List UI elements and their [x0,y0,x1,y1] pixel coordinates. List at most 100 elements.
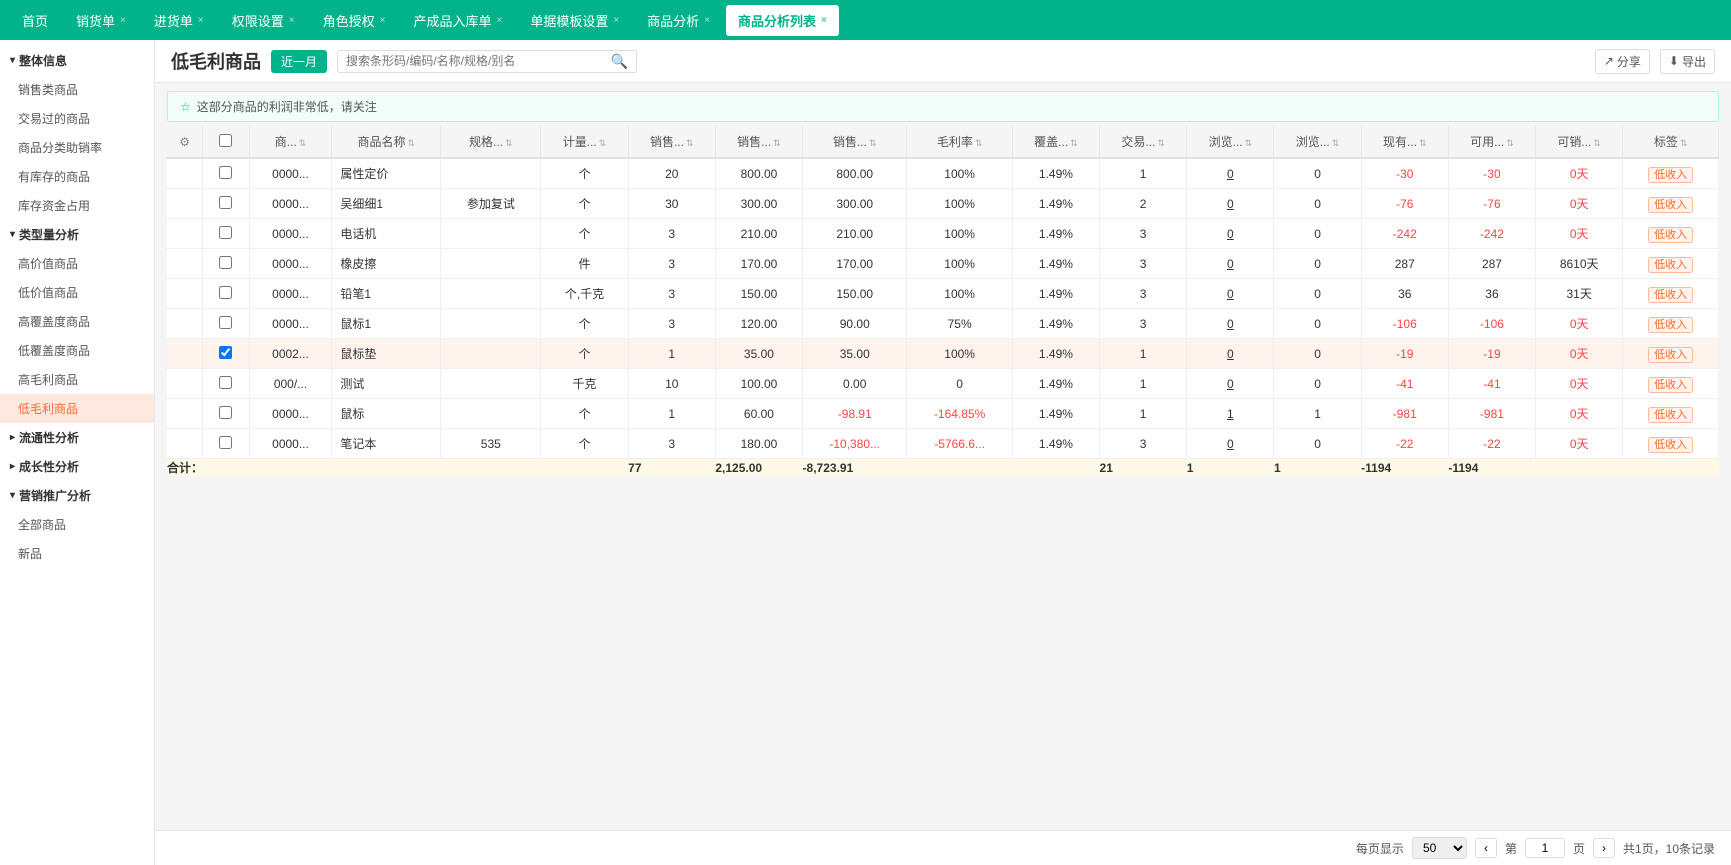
sidebar-group-overall[interactable]: ▾ 整体信息 [0,46,154,75]
row-checkbox[interactable] [219,196,232,209]
sidebar-item-stock-capital[interactable]: 库存资金占用 [0,191,154,220]
sidebar-group-marketing[interactable]: ▾ 营销推广分析 [0,481,154,510]
row-available: -30 [1448,158,1535,189]
row-browse1[interactable]: 0 [1187,189,1274,219]
row-transaction: 3 [1100,309,1187,339]
col-settings[interactable]: ⚙ [167,126,203,158]
row-transaction: 3 [1100,279,1187,309]
row-sale-amount: 210.00 [803,219,907,249]
row-spec [441,369,541,399]
col-spec[interactable]: 规格...⇅ [441,126,541,158]
close-icon[interactable]: × [198,15,204,26]
row-checkbox[interactable] [219,376,232,389]
main-layout: ▾ 整体信息 销售类商品 交易过的商品 商品分类助销率 有库存的商品 库存资金占… [0,40,1731,865]
close-icon[interactable]: × [289,15,295,26]
next-page-button[interactable]: › [1593,838,1615,858]
sidebar-item-low-coverage[interactable]: 低覆盖度商品 [0,336,154,365]
sidebar-item-traded-goods[interactable]: 交易过的商品 [0,104,154,133]
nav-analysis[interactable]: 商品分析 × [635,5,722,36]
col-code[interactable]: 商...⇅ [249,126,332,158]
row-browse1[interactable]: 0 [1187,219,1274,249]
col-tag[interactable]: 标签⇅ [1623,126,1719,158]
close-icon[interactable]: × [120,15,126,26]
col-coverage[interactable]: 覆盖...⇅ [1012,126,1099,158]
row-checkbox[interactable] [219,436,232,449]
row-browse1[interactable]: 0 [1187,249,1274,279]
row-name: 鼠标 [332,399,441,429]
sidebar-group-type[interactable]: ▾ 类型量分析 [0,220,154,249]
row-tag: 低收入 [1623,369,1719,399]
row-browse1[interactable]: 0 [1187,309,1274,339]
page-number-input[interactable] [1525,838,1565,858]
sidebar-item-all-goods[interactable]: 全部商品 [0,510,154,539]
sidebar-item-sales-goods[interactable]: 销售类商品 [0,75,154,104]
col-unit[interactable]: 计量...⇅ [541,126,628,158]
row-checkbox[interactable] [219,226,232,239]
select-all-checkbox[interactable] [219,134,232,147]
nav-sales[interactable]: 销货单 × [64,5,138,36]
row-checkbox[interactable] [219,406,232,419]
row-sale-qty: 3 [628,309,715,339]
sidebar-item-low-margin[interactable]: 低毛利商品 [0,394,154,423]
col-browse1[interactable]: 浏览...⇅ [1187,126,1274,158]
per-page-select[interactable]: 50 100 200 [1412,837,1467,859]
prev-page-button[interactable]: ‹ [1475,838,1497,858]
row-browse1[interactable]: 0 [1187,339,1274,369]
col-name[interactable]: 商品名称⇅ [332,126,441,158]
nav-analysis-list[interactable]: 商品分析列表 × [726,5,839,36]
row-checkbox[interactable] [219,256,232,269]
row-browse1[interactable]: 0 [1187,429,1274,459]
search-icon[interactable]: 🔍 [611,53,628,70]
col-gross-margin[interactable]: 毛利率⇅ [907,126,1012,158]
col-current[interactable]: 现有...⇅ [1361,126,1448,158]
row-code: 0000... [249,429,332,459]
row-sale-qty: 3 [628,249,715,279]
sidebar-item-new-goods[interactable]: 新品 [0,539,154,568]
row-gross-margin: -5766.6... [907,429,1012,459]
nav-home[interactable]: 首页 [10,5,60,36]
sidebar-item-high-margin[interactable]: 高毛利商品 [0,365,154,394]
sidebar-item-high-value[interactable]: 高价值商品 [0,249,154,278]
search-input[interactable] [346,54,611,68]
close-icon[interactable]: × [821,15,827,26]
row-browse1[interactable]: 0 [1187,369,1274,399]
row-gross-margin: 75% [907,309,1012,339]
row-name: 鼠标垫 [332,339,441,369]
row-checkbox[interactable] [219,316,232,329]
row-checkbox[interactable] [219,346,232,359]
sidebar-item-high-coverage[interactable]: 高覆盖度商品 [0,307,154,336]
col-available[interactable]: 可用...⇅ [1448,126,1535,158]
sidebar-group-growth[interactable]: ▸ 成长性分析 [0,452,154,481]
row-sale-price: 120.00 [715,309,802,339]
close-icon[interactable]: × [496,15,502,26]
row-spec: 535 [441,429,541,459]
row-browse1[interactable]: 1 [1187,399,1274,429]
col-browse2[interactable]: 浏览...⇅ [1274,126,1361,158]
nav-permissions[interactable]: 权限设置 × [220,5,307,36]
share-button[interactable]: ↗ 分享 [1595,49,1650,74]
col-sale-price[interactable]: 销售...⇅ [715,126,802,158]
nav-products-in[interactable]: 产成品入库单 × [401,5,514,36]
close-icon[interactable]: × [704,15,710,26]
close-icon[interactable]: × [380,15,386,26]
sidebar-item-low-value[interactable]: 低价值商品 [0,278,154,307]
sidebar-group-flow[interactable]: ▸ 流通性分析 [0,423,154,452]
nav-template[interactable]: 单据模板设置 × [518,5,631,36]
col-sellable[interactable]: 可销...⇅ [1536,126,1623,158]
date-filter-button[interactable]: 近一月 [271,50,327,73]
export-button[interactable]: ⬇ 导出 [1660,49,1715,74]
row-browse1[interactable]: 0 [1187,279,1274,309]
row-browse1[interactable]: 0 [1187,158,1274,189]
row-checkbox[interactable] [219,286,232,299]
row-available: -106 [1448,309,1535,339]
nav-roles[interactable]: 角色授权 × [311,5,398,36]
close-icon[interactable]: × [613,15,619,26]
sidebar-item-category-rate[interactable]: 商品分类助销率 [0,133,154,162]
sidebar-item-stock-goods[interactable]: 有库存的商品 [0,162,154,191]
col-sale-qty[interactable]: 销售...⇅ [628,126,715,158]
nav-purchase[interactable]: 进货单 × [142,5,216,36]
row-checkbox[interactable] [219,166,232,179]
col-checkbox[interactable] [203,126,249,158]
col-sale-amount[interactable]: 销售...⇅ [803,126,907,158]
col-transaction[interactable]: 交易...⇅ [1100,126,1187,158]
